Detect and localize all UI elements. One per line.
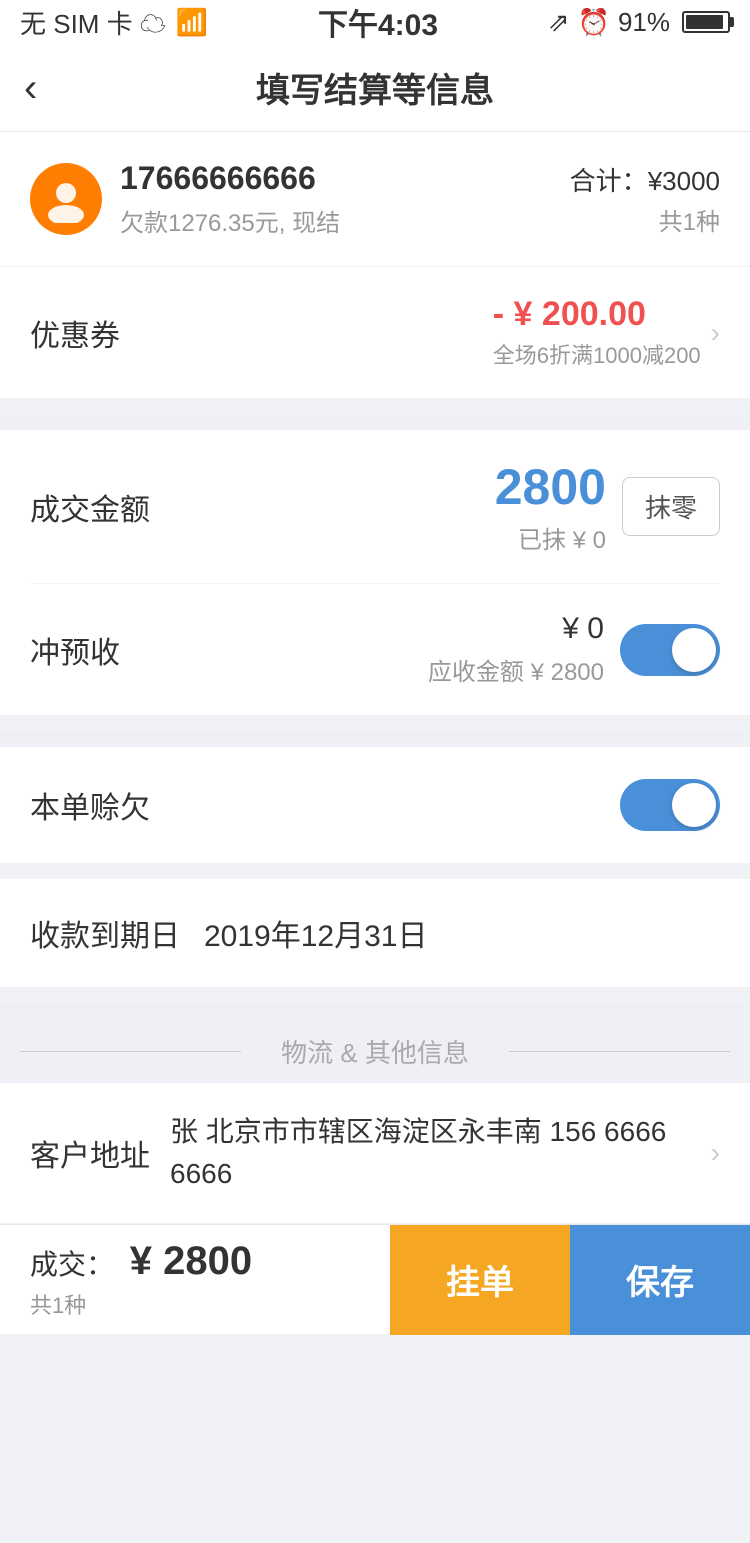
customer-phone: 17666666666 <box>120 160 340 197</box>
chong-yushou-toggle[interactable] <box>620 624 720 676</box>
total-count: 共1种 <box>570 202 720 237</box>
avatar <box>30 163 102 235</box>
back-button[interactable]: ‹ <box>24 68 37 108</box>
deal-amount-sub: 已抹 ¥ 0 <box>495 520 606 555</box>
customer-info-row: 17666666666 欠款1276.35元, 现结 合计：¥3000 共1种 <box>0 132 750 266</box>
bottom-summary: 成交： ¥ 2800 共1种 <box>0 1239 390 1320</box>
chong-yushou-label: 冲预收 <box>30 628 120 672</box>
duedate-label: 收款到期日 <box>30 911 180 955</box>
deal-amount-section: 成交金额 2800 已抹 ¥ 0 抹零 冲预收 ¥ 0 应收金额 ¥ 2800 <box>0 430 750 715</box>
duedate-row: 收款到期日 2019年12月31日 <box>0 879 750 987</box>
customer-debt: 欠款1276.35元, 现结 <box>120 203 340 238</box>
logistics-label: 物流 & 其他信息 <box>281 1033 469 1070</box>
coupon-row[interactable]: 优惠券 - ¥ 200.00 全场6折满1000减200 › <box>0 266 750 398</box>
address-label: 客户地址 <box>30 1131 150 1175</box>
status-left: 无 SIM 卡 ☁ 📶 <box>20 4 208 41</box>
chong-yushou-right: ¥ 0 应收金额 ¥ 2800 <box>428 612 720 687</box>
sheqian-toggle-knob <box>672 783 716 827</box>
bottom-bar: 成交： ¥ 2800 共1种 挂单 保存 <box>0 1224 750 1334</box>
alarm-icon: ⏰ <box>578 7 610 38</box>
nav-bar: ‹ 填写结算等信息 <box>0 44 750 132</box>
toggle-knob <box>672 628 716 672</box>
section-divider-2 <box>0 731 750 747</box>
chevron-right-icon: › <box>711 317 720 349</box>
coupon-label: 优惠券 <box>30 311 120 355</box>
deal-amount-row: 成交金额 2800 已抹 ¥ 0 抹零 <box>30 430 720 584</box>
total-label: 合计：¥3000 <box>570 161 720 198</box>
chong-yushou-toggle-wrap: ¥ 0 应收金额 ¥ 2800 <box>428 612 604 687</box>
bottom-count: 共1种 <box>30 1288 360 1320</box>
round-zero-button[interactable]: 抹零 <box>622 477 720 536</box>
customer-card: 17666666666 欠款1276.35元, 现结 合计：¥3000 共1种 … <box>0 132 750 398</box>
address-chevron-icon: › <box>711 1137 720 1169</box>
customer-details: 17666666666 欠款1276.35元, 现结 <box>120 160 340 238</box>
chong-yushou-row: 冲预收 ¥ 0 应收金额 ¥ 2800 <box>30 584 720 715</box>
section-divider-3 <box>0 1003 750 1019</box>
address-row[interactable]: 客户地址 张 北京市市辖区海淀区永丰南 156 6666 6666 › <box>0 1083 750 1223</box>
status-bar: 无 SIM 卡 ☁ 📶 下午4:03 ⇗ ⏰ 91% <box>0 0 750 44</box>
coupon-right: - ¥ 200.00 全场6折满1000减200 › <box>493 295 720 370</box>
status-right: ⇗ ⏰ 91% <box>548 7 730 38</box>
pending-button[interactable]: 挂单 <box>390 1225 570 1335</box>
deal-amount-value: 2800 <box>495 458 606 516</box>
deal-amount-right: 2800 已抹 ¥ 0 抹零 <box>495 458 720 555</box>
coupon-discount: - ¥ 200.00 <box>493 295 701 334</box>
save-button[interactable]: 保存 <box>570 1225 750 1335</box>
section-divider-1 <box>0 414 750 430</box>
bottom-deal-row: 成交： ¥ 2800 <box>30 1239 360 1284</box>
deal-amount-label: 成交金额 <box>30 485 150 529</box>
sheqian-row: 本单赊欠 <box>0 747 750 863</box>
status-time: 下午4:03 <box>318 0 438 44</box>
sheqian-toggle[interactable] <box>620 779 720 831</box>
section-line-left <box>20 1051 241 1052</box>
page-title: 填写结算等信息 <box>256 63 494 112</box>
sheqian-label: 本单赊欠 <box>30 783 150 827</box>
battery-percent: 91% <box>618 7 670 38</box>
section-line-right <box>509 1051 730 1052</box>
sim-label: 无 SIM 卡 ☁ <box>20 4 166 41</box>
wifi-icon: 📶 <box>176 7 208 38</box>
duedate-value: 2019年12月31日 <box>204 911 427 955</box>
bottom-deal-amount: ¥ 2800 <box>130 1239 252 1283</box>
customer-left: 17666666666 欠款1276.35元, 现结 <box>30 160 340 238</box>
logistics-section-label: 物流 & 其他信息 <box>0 1019 750 1083</box>
chong-amount: ¥ 0 <box>562 612 604 645</box>
battery-icon <box>682 11 730 33</box>
address-value: 张 北京市市辖区海淀区永丰南 156 6666 6666 <box>170 1111 711 1195</box>
bottom-deal-label: 成交： <box>30 1249 114 1280</box>
location-icon: ⇗ <box>548 7 570 38</box>
chong-sub: 应收金额 ¥ 2800 <box>428 652 604 687</box>
coupon-desc: 全场6折满1000减200 <box>493 338 701 370</box>
customer-total: 合计：¥3000 共1种 <box>570 161 720 237</box>
